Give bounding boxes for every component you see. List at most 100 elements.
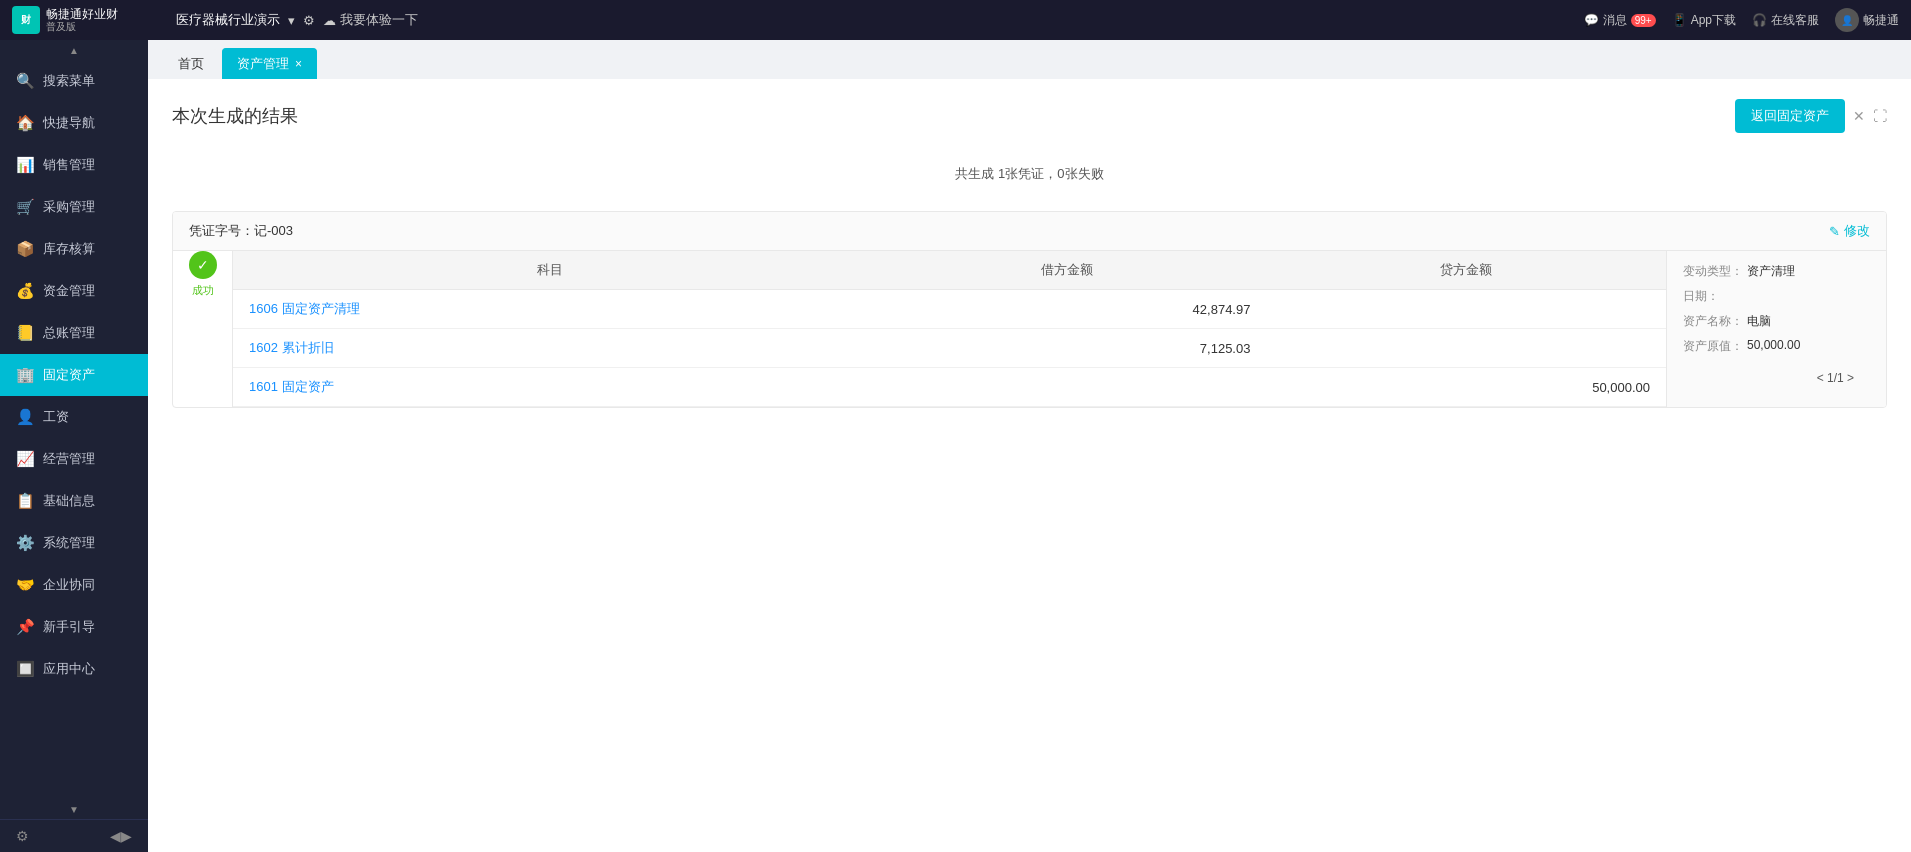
sidebar-item-guide[interactable]: 📌 新手引导	[0, 606, 148, 648]
sidebar-item-sales[interactable]: 📊 销售管理	[0, 144, 148, 186]
close-panel-btn[interactable]: ✕	[1853, 108, 1865, 124]
voucher-content: ✓ 成功 科目 借方金额 贷方金额	[173, 251, 1886, 407]
table-row: 1606 固定资产清理 42,874.97	[233, 290, 1666, 329]
info-asset-value: 资产原值： 50,000.00	[1683, 338, 1870, 355]
voucher-header: 凭证字号：记-003 ✎ 修改	[173, 212, 1886, 251]
sidebar-footer: ⚙ ◀▶	[0, 819, 148, 852]
message-btn[interactable]: 💬 消息 99+	[1584, 12, 1656, 29]
row1-credit	[1266, 290, 1666, 329]
purchase-icon: 🛒	[16, 198, 35, 216]
guide-icon: 📌	[16, 618, 35, 636]
app-download-icon: 📱	[1672, 13, 1687, 27]
voucher-block: 凭证字号：记-003 ✎ 修改 ✓ 成功	[172, 211, 1887, 408]
sidebar-item-operations[interactable]: 📈 经营管理	[0, 438, 148, 480]
search-icon: 🔍	[16, 72, 35, 90]
voucher-number: 凭证字号：记-003	[189, 222, 293, 240]
row3-subject: 1601 固定资产	[233, 368, 867, 407]
col-header-debit: 借方金额	[867, 251, 1267, 290]
sidebar-item-inventory[interactable]: 📦 库存核算	[0, 228, 148, 270]
page-title-row: 本次生成的结果 返回固定资产 ✕ ⛶	[172, 99, 1887, 133]
sidebar-scroll-up[interactable]: ▲	[0, 40, 148, 60]
col-header-subject: 科目	[233, 251, 867, 290]
row1-subject: 1606 固定资产清理	[233, 290, 867, 329]
basic-info-icon: 📋	[16, 492, 35, 510]
row3-credit: 50,000.00	[1266, 368, 1666, 407]
summary-bar: 共生成 1张凭证，0张失败	[172, 153, 1887, 195]
sidebar-scroll-down[interactable]: ▼	[0, 799, 148, 819]
edit-voucher-btn[interactable]: ✎ 修改	[1829, 222, 1870, 240]
success-status-cell: ✓ 成功	[173, 251, 233, 407]
pagination: < 1/1 >	[1683, 363, 1870, 393]
table-row: 1602 累计折旧 7,125.03	[233, 329, 1666, 368]
page-title: 本次生成的结果	[172, 104, 298, 128]
avatar: 👤	[1835, 8, 1859, 32]
row1-debit: 42,874.97	[867, 290, 1267, 329]
sidebar-item-fixed-assets[interactable]: 🏢 固定资产	[0, 354, 148, 396]
col-header-credit: 贷方金额	[1266, 251, 1666, 290]
sidebar-item-app-center[interactable]: 🔲 应用中心	[0, 648, 148, 690]
ledger-icon: 📒	[16, 324, 35, 342]
info-date: 日期：	[1683, 288, 1870, 305]
message-icon: 💬	[1584, 13, 1599, 27]
row2-subject: 1602 累计折旧	[233, 329, 867, 368]
online-service-btn[interactable]: 🎧 在线客服	[1752, 12, 1819, 29]
sidebar-item-funds[interactable]: 💰 资金管理	[0, 270, 148, 312]
tab-asset-mgmt[interactable]: 资产管理 ×	[222, 48, 317, 79]
header-right: 💬 消息 99+ 📱 App下载 🎧 在线客服 👤 畅捷通	[1584, 8, 1899, 32]
voucher-table: 科目 借方金额 贷方金额 1606 固定资产清理 42,874.97	[233, 251, 1666, 407]
info-change-type: 变动类型： 资产清理	[1683, 263, 1870, 280]
edit-icon: ✎	[1829, 224, 1840, 239]
sidebar-scroll: 🔍 搜索菜单 🏠 快捷导航 📊 销售管理 🛒 采购管理 📦 库存核算 💰	[0, 60, 148, 799]
table-row: 1601 固定资产 50,000.00	[233, 368, 1666, 407]
row2-debit: 7,125.03	[867, 329, 1267, 368]
operations-icon: 📈	[16, 450, 35, 468]
voucher-table-area: 科目 借方金额 贷方金额 1606 固定资产清理 42,874.97	[233, 251, 1666, 407]
header-center: 医疗器械行业演示 ▾ ⚙ ☁ 我要体验一下	[160, 11, 1584, 29]
logo-area: 财 畅捷通好业财 普及版	[12, 6, 160, 34]
info-asset-name: 资产名称： 电脑	[1683, 313, 1870, 330]
content-area: 首页 资产管理 × 本次生成的结果 返回固定资产 ✕ ⛶ 共生成 1张凭证，0张…	[148, 40, 1911, 852]
row2-credit	[1266, 329, 1666, 368]
sidebar-item-basic-info[interactable]: 📋 基础信息	[0, 480, 148, 522]
sidebar-item-enterprise[interactable]: 🤝 企业协同	[0, 564, 148, 606]
app-download-btn[interactable]: 📱 App下载	[1672, 12, 1736, 29]
maximize-btn[interactable]: ⛶	[1873, 108, 1887, 124]
top-header: 财 畅捷通好业财 普及版 医疗器械行业演示 ▾ ⚙ ☁ 我要体验一下 💬 消息 …	[0, 0, 1911, 40]
experience-btn[interactable]: ☁ 我要体验一下	[323, 11, 418, 29]
settings-btn[interactable]: ⚙	[303, 13, 315, 28]
sidebar-settings-btn[interactable]: ⚙	[16, 828, 29, 844]
sidebar-item-ledger[interactable]: 📒 总账管理	[0, 312, 148, 354]
sidebar-item-quick-nav[interactable]: 🏠 快捷导航	[0, 102, 148, 144]
company-dropdown[interactable]: ▾	[288, 13, 295, 28]
enterprise-icon: 🤝	[16, 576, 35, 594]
fixed-assets-icon: 🏢	[16, 366, 35, 384]
logo-icon: 财	[12, 6, 40, 34]
row3-debit	[867, 368, 1267, 407]
message-badge: 99+	[1631, 14, 1656, 27]
page-content: 本次生成的结果 返回固定资产 ✕ ⛶ 共生成 1张凭证，0张失败 凭证字号：记-…	[148, 79, 1911, 852]
main-layout: ▲ 🔍 搜索菜单 🏠 快捷导航 📊 销售管理 🛒 采购管理 📦 库存核算	[0, 40, 1911, 852]
headset-icon: 🎧	[1752, 13, 1767, 27]
company-name: 医疗器械行业演示	[176, 11, 280, 29]
back-to-fixed-assets-btn[interactable]: 返回固定资产	[1735, 99, 1845, 133]
sidebar-item-purchase[interactable]: 🛒 采购管理	[0, 186, 148, 228]
inventory-icon: 📦	[16, 240, 35, 258]
system-icon: ⚙️	[16, 534, 35, 552]
sidebar: ▲ 🔍 搜索菜单 🏠 快捷导航 📊 销售管理 🛒 采购管理 📦 库存核算	[0, 40, 148, 852]
sales-icon: 📊	[16, 156, 35, 174]
sidebar-collapse-btn[interactable]: ◀▶	[110, 828, 132, 844]
sidebar-item-payroll[interactable]: 👤 工资	[0, 396, 148, 438]
tab-close-btn[interactable]: ×	[295, 57, 302, 71]
funds-icon: 💰	[16, 282, 35, 300]
logo-text: 畅捷通好业财 普及版	[46, 7, 118, 33]
tab-bar: 首页 资产管理 ×	[148, 40, 1911, 79]
voucher-info-panel: 变动类型： 资产清理 日期： 资产名称： 电脑 资产原值：	[1666, 251, 1886, 407]
tab-home[interactable]: 首页	[164, 49, 218, 79]
user-area[interactable]: 👤 畅捷通	[1835, 8, 1899, 32]
app-center-icon: 🔲	[16, 660, 35, 678]
payroll-icon: 👤	[16, 408, 35, 426]
sidebar-item-search[interactable]: 🔍 搜索菜单	[0, 60, 148, 102]
home-icon: 🏠	[16, 114, 35, 132]
success-icon: ✓	[189, 251, 217, 279]
sidebar-item-system[interactable]: ⚙️ 系统管理	[0, 522, 148, 564]
